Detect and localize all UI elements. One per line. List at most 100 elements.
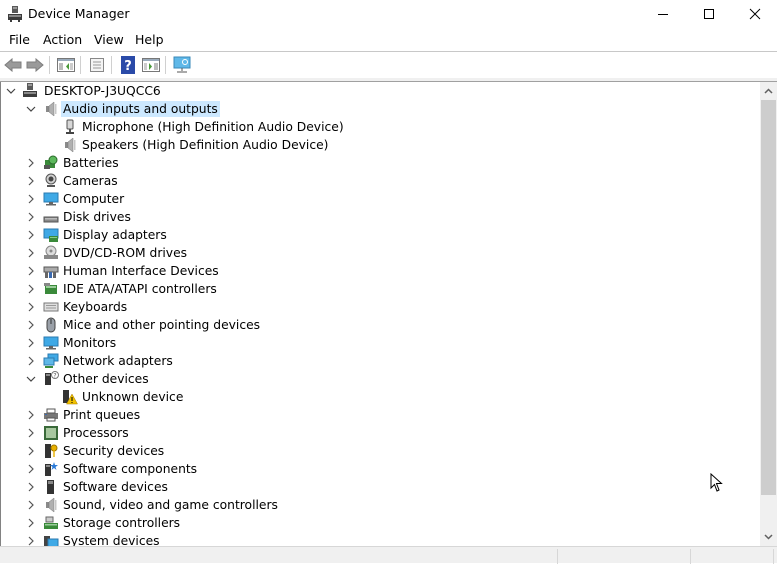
properties-icon bbox=[90, 58, 104, 72]
show-hide-action-pane-button[interactable] bbox=[141, 55, 161, 75]
microphone-icon bbox=[66, 119, 74, 134]
tree-item-label: Audio inputs and outputs bbox=[61, 101, 220, 117]
chevron-right-icon[interactable] bbox=[25, 190, 37, 208]
ide-controller-icon bbox=[44, 283, 57, 294]
keyboard-icon bbox=[43, 302, 59, 312]
action-pane-icon bbox=[142, 58, 160, 72]
menu-view[interactable]: View bbox=[94, 32, 124, 47]
chevron-right-icon[interactable] bbox=[25, 154, 37, 172]
tree-root-label: DESKTOP-J3UQCC6 bbox=[44, 84, 161, 98]
tree-item-label: Software components bbox=[63, 462, 198, 476]
mouse-cursor-icon bbox=[710, 473, 723, 492]
chevron-right-icon[interactable] bbox=[25, 532, 37, 546]
tree-item-label: Print queues bbox=[63, 408, 141, 422]
chevron-right-icon[interactable] bbox=[25, 352, 37, 370]
chevron-right-icon[interactable] bbox=[25, 478, 37, 496]
forward-arrow-icon bbox=[26, 58, 44, 72]
close-icon bbox=[749, 8, 761, 20]
system-device-icon bbox=[44, 536, 59, 546]
chevron-right-icon[interactable] bbox=[25, 208, 37, 226]
menu-help[interactable]: Help bbox=[135, 32, 164, 47]
tree-item-label: Keyboards bbox=[63, 300, 128, 314]
chevron-right-icon[interactable] bbox=[25, 172, 37, 190]
chevron-right-icon[interactable] bbox=[25, 496, 37, 514]
tree-item-label: Processors bbox=[63, 426, 129, 440]
svg-text:?: ? bbox=[124, 59, 132, 74]
chevron-down-icon bbox=[764, 533, 773, 540]
display-adapter-icon bbox=[43, 228, 59, 242]
tree-item-label: Storage controllers bbox=[63, 516, 181, 530]
dvd-drive-icon bbox=[44, 245, 58, 259]
status-bar bbox=[0, 546, 777, 564]
tree-item-label: Mice and other pointing devices bbox=[63, 318, 261, 332]
forward-button[interactable] bbox=[25, 55, 45, 75]
tree-item-label: Display adapters bbox=[63, 228, 167, 242]
computer-tower-icon bbox=[23, 83, 37, 97]
toolbar-separator bbox=[80, 56, 81, 74]
vertical-scrollbar[interactable] bbox=[760, 82, 777, 546]
chevron-right-icon[interactable] bbox=[25, 460, 37, 478]
processor-icon bbox=[44, 426, 58, 440]
properties-button[interactable] bbox=[87, 55, 107, 75]
chevron-right-icon[interactable] bbox=[25, 298, 37, 316]
chevron-right-icon[interactable] bbox=[25, 424, 37, 442]
chevron-right-icon[interactable] bbox=[25, 280, 37, 298]
device-tree[interactable]: DESKTOP-J3UQCC6 Audio inputs and outputs… bbox=[0, 82, 760, 546]
unknown-device-icon: ? bbox=[45, 371, 59, 385]
close-button[interactable] bbox=[732, 0, 777, 28]
tree-item-label: Batteries bbox=[63, 156, 119, 170]
svg-text:?: ? bbox=[53, 373, 56, 380]
chevron-right-icon[interactable] bbox=[25, 226, 37, 244]
camera-icon bbox=[45, 173, 57, 187]
back-arrow-icon bbox=[4, 58, 22, 72]
scan-hardware-button[interactable] bbox=[172, 55, 192, 75]
tree-item-label: Monitors bbox=[63, 336, 117, 350]
menu-file[interactable]: File bbox=[9, 32, 30, 47]
chevron-down-icon[interactable] bbox=[25, 370, 37, 388]
menu-bar: File Action View Help bbox=[0, 30, 777, 50]
status-divider bbox=[773, 549, 774, 564]
scroll-thumb[interactable] bbox=[761, 100, 776, 495]
chevron-down-icon[interactable] bbox=[5, 82, 17, 100]
minimize-icon bbox=[658, 14, 668, 15]
toolbar-separator bbox=[49, 56, 50, 74]
help-icon: ? bbox=[121, 56, 135, 74]
chevron-down-icon[interactable] bbox=[25, 100, 37, 118]
tree-item-label: Network adapters bbox=[63, 354, 173, 368]
mouse-icon bbox=[46, 317, 56, 333]
chevron-right-icon[interactable] bbox=[25, 514, 37, 532]
toolbar-separator bbox=[111, 56, 112, 74]
chevron-right-icon[interactable] bbox=[25, 244, 37, 262]
chevron-right-icon[interactable] bbox=[25, 406, 37, 424]
monitor-icon bbox=[43, 336, 59, 350]
chevron-right-icon[interactable] bbox=[25, 334, 37, 352]
disk-drive-icon bbox=[43, 216, 59, 223]
scroll-up-button[interactable] bbox=[760, 82, 777, 99]
speaker-icon bbox=[46, 101, 57, 117]
tree-item-label: IDE ATA/ATAPI controllers bbox=[63, 282, 217, 296]
speaker-icon bbox=[46, 497, 57, 513]
tree-item-label: Software devices bbox=[63, 480, 168, 494]
monitor-scan-icon bbox=[173, 56, 191, 73]
title-bar: Device Manager bbox=[0, 0, 777, 28]
back-button[interactable] bbox=[3, 55, 23, 75]
chevron-right-icon[interactable] bbox=[25, 316, 37, 334]
status-divider bbox=[557, 549, 558, 564]
tree-item-label: DVD/CD-ROM drives bbox=[63, 246, 188, 260]
chevron-right-icon[interactable] bbox=[25, 262, 37, 280]
chevron-right-icon[interactable] bbox=[25, 442, 37, 460]
menu-action[interactable]: Action bbox=[43, 32, 82, 47]
show-hide-console-tree-button[interactable] bbox=[56, 55, 76, 75]
console-tree-icon bbox=[57, 58, 75, 72]
chevron-up-icon bbox=[764, 87, 773, 94]
maximize-button[interactable] bbox=[686, 0, 732, 28]
tree-item-label: Speakers (High Definition Audio Device) bbox=[82, 138, 329, 152]
tree-item-label: Cameras bbox=[63, 174, 118, 188]
scroll-down-button[interactable] bbox=[760, 528, 777, 545]
tree-item-label: Disk drives bbox=[63, 210, 131, 224]
storage-controller-icon bbox=[44, 516, 58, 529]
help-button[interactable]: ? bbox=[118, 55, 138, 75]
speaker-icon bbox=[65, 137, 76, 153]
window-title: Device Manager bbox=[28, 6, 130, 21]
minimize-button[interactable] bbox=[640, 0, 686, 28]
